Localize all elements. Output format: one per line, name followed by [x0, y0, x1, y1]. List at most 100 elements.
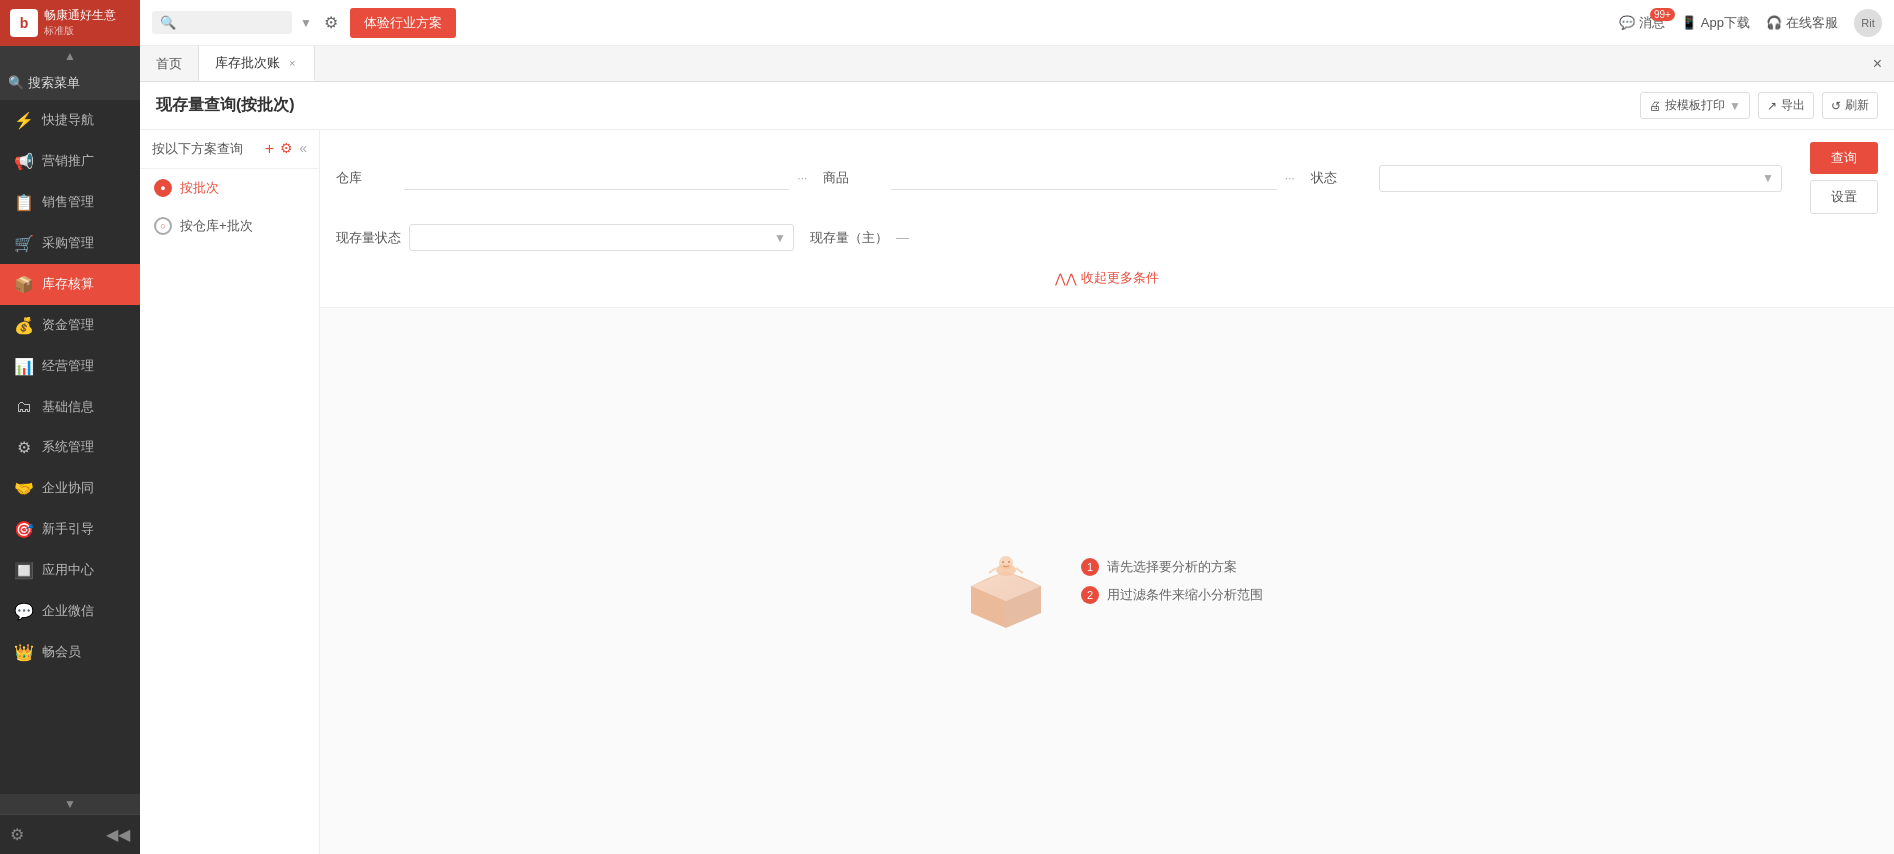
sidebar-item-operations[interactable]: 📊 经营管理: [0, 346, 140, 387]
svg-line-9: [989, 568, 996, 573]
topbar-right: 💬 消息 99+ 📱 App下载 🎧 在线客服 Rit: [1619, 9, 1882, 37]
step-1-number: 1: [1081, 558, 1099, 576]
page-title: 现存量查询(按批次): [156, 95, 295, 116]
online-support-button[interactable]: 🎧 在线客服: [1766, 14, 1838, 32]
product-dots[interactable]: ···: [1285, 171, 1295, 185]
svg-point-7: [1002, 561, 1004, 563]
purchase-icon: 🛒: [14, 234, 34, 253]
print-icon: 🖨: [1649, 99, 1661, 113]
svg-point-8: [1008, 561, 1010, 563]
quick-nav-icon: ⚡: [14, 111, 34, 130]
batch-tab-label: 库存批次账: [215, 54, 280, 72]
user-avatar: Rit: [1854, 9, 1882, 37]
product-label: 商品: [823, 169, 883, 187]
sidebar-item-basic-info[interactable]: 🗂 基础信息: [0, 387, 140, 427]
query-button[interactable]: 查询: [1810, 142, 1878, 174]
tab-home[interactable]: 首页: [140, 46, 199, 81]
collapse-filters-button[interactable]: ⋀⋀ 收起更多条件: [336, 261, 1878, 295]
filter-stock-qty: 现存量（主） —: [810, 229, 1268, 247]
sidebar-item-label: 应用中心: [42, 561, 94, 579]
product-input[interactable]: [891, 166, 1276, 190]
topbar-search-box[interactable]: 🔍: [152, 11, 292, 34]
messages-button[interactable]: 💬 消息 99+: [1619, 14, 1665, 32]
warehouse-dots[interactable]: ···: [797, 171, 807, 185]
app-logo: b: [10, 9, 38, 37]
left-panel-actions: + ⚙ «: [265, 140, 307, 158]
refresh-icon: ↺: [1831, 99, 1841, 113]
collapse-panel-button[interactable]: «: [299, 140, 307, 158]
sidebar-footer: ⚙ ◀◀: [0, 814, 140, 854]
home-tab-label: 首页: [156, 55, 182, 73]
empty-step-1: 1 请先选择要分析的方案: [1081, 558, 1263, 576]
tab-close-button[interactable]: ×: [286, 56, 298, 70]
step-2-number: 2: [1081, 586, 1099, 604]
page-actions: 🖨 按模板打印 ▼ ↗ 导出 ↺ 刷新: [1640, 92, 1878, 119]
tab-inventory-batch[interactable]: 库存批次账 ×: [199, 46, 315, 81]
sidebar-item-newbie[interactable]: 🎯 新手引导: [0, 509, 140, 550]
print-button[interactable]: 🖨 按模板打印 ▼: [1640, 92, 1750, 119]
vip-icon: 👑: [14, 643, 34, 662]
sidebar-item-purchase[interactable]: 🛒 采购管理: [0, 223, 140, 264]
sidebar-item-label: 企业协同: [42, 479, 94, 497]
app-download-label: App下载: [1701, 14, 1750, 32]
sidebar-item-system[interactable]: ⚙ 系统管理: [0, 427, 140, 468]
filter-settings-button[interactable]: 设置: [1810, 180, 1878, 214]
refresh-button[interactable]: ↺ 刷新: [1822, 92, 1878, 119]
topbar: 🔍 ▼ ⚙ 体验行业方案 💬 消息 99+ 📱 App下载 🎧 在线客服 Rit: [140, 0, 1894, 46]
sidebar-item-label: 快捷导航: [42, 111, 94, 129]
sidebar-item-inventory[interactable]: 📦 库存核算: [0, 264, 140, 305]
marketing-icon: 📢: [14, 152, 34, 171]
empty-step-2: 2 用过滤条件来缩小分析范围: [1081, 586, 1263, 604]
app-download-button[interactable]: 📱 App下载: [1681, 14, 1750, 32]
left-panel: 按以下方案查询 + ⚙ « ● 按批次 ○ 按仓库+批次: [140, 130, 320, 854]
left-panel-item-by-batch[interactable]: ● 按批次: [140, 169, 319, 207]
sidebar-scroll-up[interactable]: ▲: [0, 46, 140, 66]
sidebar-item-label: 资金管理: [42, 316, 94, 334]
sidebar-item-apps[interactable]: 🔲 应用中心: [0, 550, 140, 591]
refresh-label: 刷新: [1845, 97, 1869, 114]
sidebar-item-quick-nav[interactable]: ⚡ 快捷导航: [0, 100, 140, 141]
sidebar-item-marketing[interactable]: 📢 营销推广: [0, 141, 140, 182]
sidebar-search[interactable]: 🔍 搜索菜单: [0, 66, 140, 100]
sidebar: b 畅康通好生意 标准版 ▲ 🔍 搜索菜单 ⚡ 快捷导航 📢 营销推广 📋 销售…: [0, 0, 140, 854]
left-panel-header: 按以下方案查询 + ⚙ «: [140, 130, 319, 169]
sidebar-scroll-down[interactable]: ▼: [0, 794, 140, 814]
stock-status-select[interactable]: [409, 224, 794, 251]
sidebar-item-sales[interactable]: 📋 销售管理: [0, 182, 140, 223]
collapse-sidebar-icon[interactable]: ◀◀: [106, 825, 130, 844]
topbar-search-icon: 🔍: [160, 15, 176, 30]
trial-button[interactable]: 体验行业方案: [350, 8, 456, 38]
filter-row-1: 仓库 ··· 商品 ··· 状态: [336, 142, 1878, 214]
export-button[interactable]: ↗ 导出: [1758, 92, 1814, 119]
topbar-gear-icon[interactable]: ⚙: [320, 9, 342, 36]
scheme-settings-icon[interactable]: ⚙: [280, 140, 293, 158]
tabs-bar: 首页 库存批次账 × ×: [140, 46, 1894, 82]
sidebar-item-enterprise[interactable]: 🤝 企业协同: [0, 468, 140, 509]
status-select[interactable]: [1379, 165, 1782, 192]
enterprise-icon: 🤝: [14, 479, 34, 498]
apps-icon: 🔲: [14, 561, 34, 580]
step-2-text: 用过滤条件来缩小分析范围: [1107, 586, 1263, 604]
topbar-dropdown-icon[interactable]: ▼: [300, 16, 312, 30]
sidebar-item-finance[interactable]: 💰 资金管理: [0, 305, 140, 346]
tab-panel-close-button[interactable]: ×: [1861, 55, 1894, 73]
main-content: 🔍 ▼ ⚙ 体验行业方案 💬 消息 99+ 📱 App下载 🎧 在线客服 Rit: [140, 0, 1894, 854]
sidebar-nav: ⚡ 快捷导航 📢 营销推广 📋 销售管理 🛒 采购管理 📦 库存核算 💰 资金管…: [0, 100, 140, 794]
warehouse-batch-item-icon: ○: [154, 217, 172, 235]
left-panel-item-by-warehouse-batch[interactable]: ○ 按仓库+批次: [140, 207, 319, 245]
empty-box-svg: [951, 541, 1061, 631]
user-avatar-button[interactable]: Rit: [1854, 9, 1882, 37]
add-scheme-button[interactable]: +: [265, 140, 274, 158]
print-dropdown-icon: ▼: [1729, 99, 1741, 113]
search-icon: 🔍: [8, 75, 24, 90]
settings-icon[interactable]: ⚙: [10, 825, 24, 844]
stock-qty-dash: —: [896, 230, 909, 245]
sidebar-item-label: 采购管理: [42, 234, 94, 252]
sidebar-item-vip[interactable]: 👑 畅会员: [0, 632, 140, 673]
sidebar-item-weixin[interactable]: 💬 企业微信: [0, 591, 140, 632]
empty-illustration: [951, 541, 1051, 621]
step-1-text: 请先选择要分析的方案: [1107, 558, 1237, 576]
topbar-search-input[interactable]: [180, 16, 280, 30]
sidebar-search-label: 搜索菜单: [28, 74, 80, 92]
warehouse-input[interactable]: [404, 166, 789, 190]
